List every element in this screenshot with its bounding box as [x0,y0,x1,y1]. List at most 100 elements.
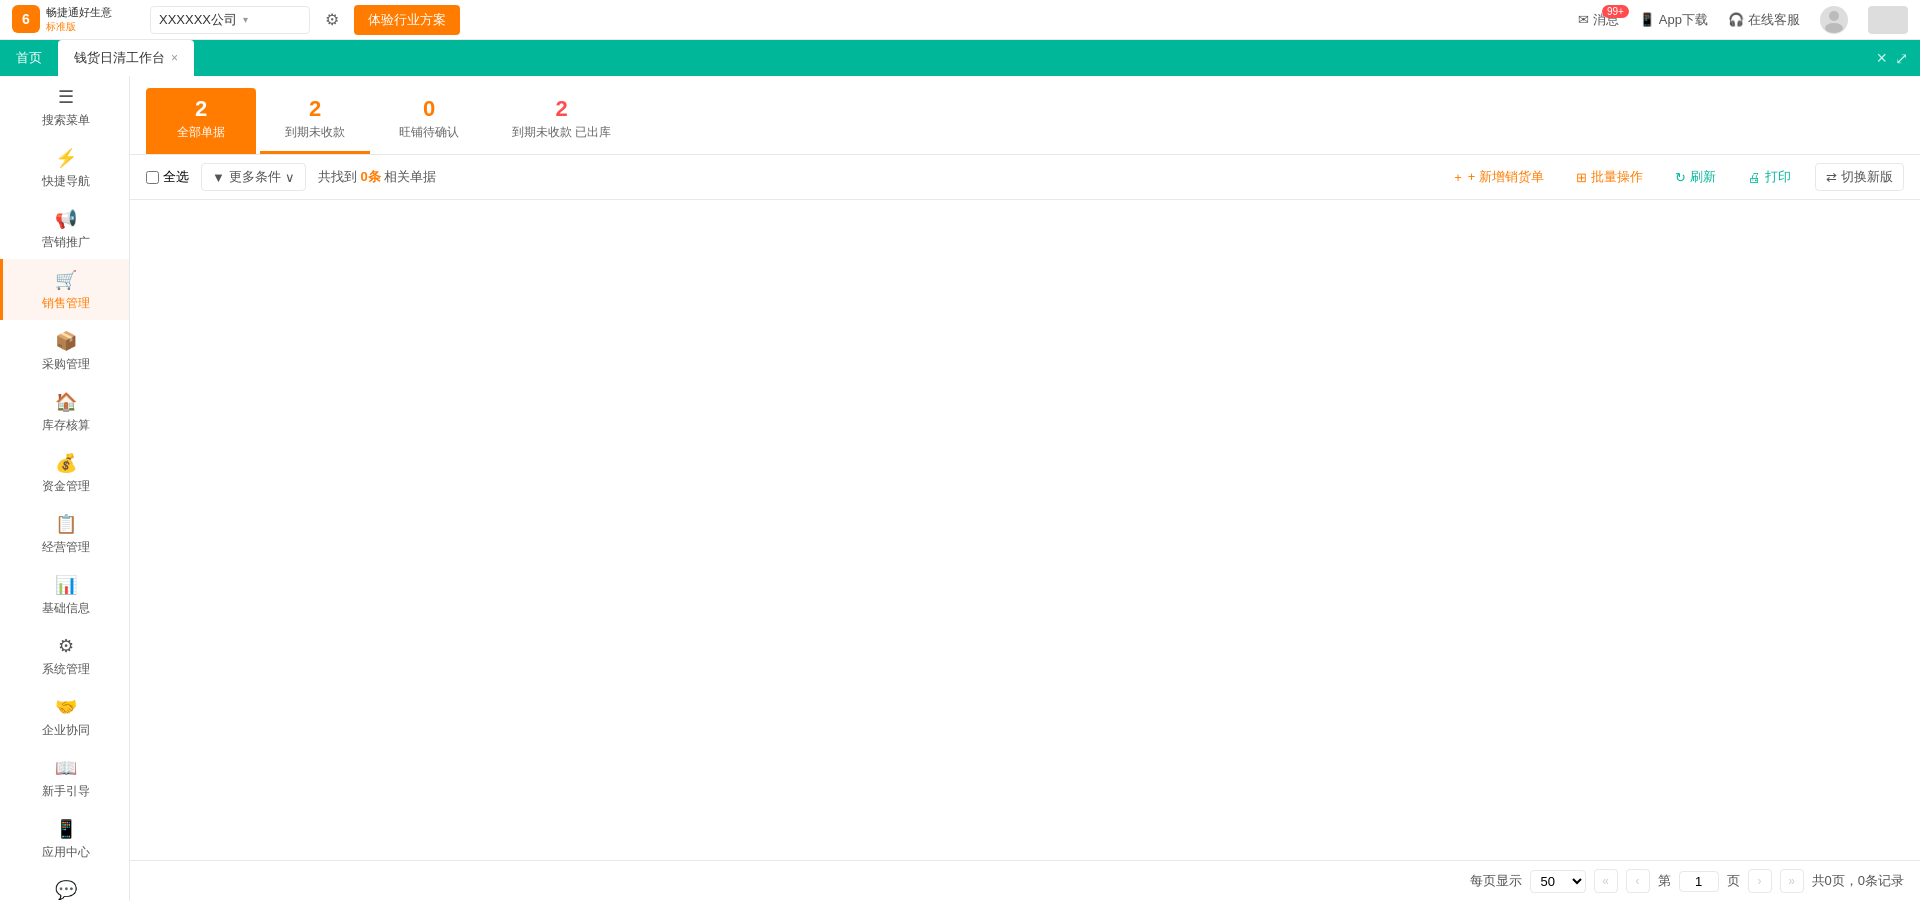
refresh-icon: ↻ [1675,170,1686,185]
svg-point-1 [1825,23,1843,33]
svg-point-0 [1829,11,1839,21]
message-badge: 99+ [1602,5,1629,18]
tab-maximize-icon[interactable]: ⤢ [1895,49,1908,68]
quicknav-icon: ⚡ [55,147,77,169]
stat-tab-overdue[interactable]: 2 到期未收款 [260,88,370,154]
sales-icon: 🛒 [55,269,77,291]
sidebar-item-basic-info[interactable]: 📊 基础信息 [0,564,129,625]
page-label: 第 [1658,872,1671,890]
sidebar-item-purchase[interactable]: 📦 采购管理 [0,320,129,381]
online-service-button[interactable]: 🎧 在线客服 [1728,11,1800,29]
last-page-button[interactable]: » [1780,869,1804,893]
logo-area: 6 畅捷通好生意 标准版 [12,5,142,33]
stat-num-wangpu: 0 [423,96,435,122]
stat-tab-wangpu[interactable]: 0 旺铺待确认 [374,88,484,154]
close-tab-icon[interactable]: × [171,51,178,65]
marketing-icon: 📢 [55,208,77,230]
sidebar-item-quicknav[interactable]: ⚡ 快捷导航 [0,137,129,198]
sidebar: ☰ 搜索菜单 ⚡ 快捷导航 📢 营销推广 🛒 销售管理 📦 采购管理 🏠 库存核… [0,76,130,901]
per-page-select[interactable]: 50 100 200 [1530,870,1586,893]
company-selector[interactable]: XXXXXX公司 ▾ [150,6,310,34]
batch-icon: ⊞ [1576,170,1587,185]
sidebar-item-sales[interactable]: 🛒 销售管理 [0,259,129,320]
next-page-button[interactable]: › [1748,869,1772,893]
sidebar-item-wechat[interactable]: 💬 企业微信 [0,869,129,901]
user-name-area [1868,6,1908,34]
filter-label: 更多条件 [229,168,281,186]
logo-icon: 6 [12,5,40,33]
tab-home[interactable]: 首页 [0,40,58,76]
refresh-button[interactable]: ↻ 刷新 [1667,164,1724,190]
sidebar-label-business: 经营管理 [42,539,90,556]
first-page-button[interactable]: « [1594,869,1618,893]
search-menu-icon: ☰ [58,86,74,108]
trial-button[interactable]: 体验行业方案 [354,5,460,35]
settings-button[interactable]: ⚙ [318,6,346,34]
sidebar-item-business[interactable]: 📋 经营管理 [0,503,129,564]
add-icon: + [1454,170,1462,185]
app-download-button[interactable]: 📱 App下载 [1639,11,1708,29]
headset-icon: 🎧 [1728,12,1744,27]
tab-qianhuo[interactable]: 钱货日清工作台 × [58,40,194,76]
top-bar: 6 畅捷通好生意 标准版 XXXXXX公司 ▾ ⚙ 体验行业方案 ✉ 消息 99… [0,0,1920,40]
enterprise-icon: 🤝 [55,696,77,718]
messages-button[interactable]: ✉ 消息 99+ [1578,11,1619,29]
select-all-checkbox[interactable]: 全选 [146,168,189,186]
download-icon: 📱 [1639,12,1655,27]
nav-tabs: 首页 钱货日清工作台 × × ⤢ [0,40,1920,76]
select-all-label: 全选 [163,168,189,186]
system-icon: ⚙ [58,635,74,657]
sidebar-label-basicinfo: 基础信息 [42,600,90,617]
found-text: 共找到 0条 相关单据 [318,168,436,186]
toolbar-right: + + 新增销货单 ⊞ 批量操作 ↻ 刷新 🖨 打印 ⇄ 切换新版 [1446,163,1904,191]
sidebar-item-search[interactable]: ☰ 搜索菜单 [0,76,129,137]
stat-tab-all[interactable]: 2 全部单据 [146,88,256,154]
page-number-input[interactable] [1679,871,1719,892]
sidebar-item-inventory[interactable]: 🏠 库存核算 [0,381,129,442]
sidebar-label-purchase: 采购管理 [42,356,90,373]
filter-button[interactable]: ▼ 更多条件 ∨ [201,163,306,191]
stat-label-all: 全部单据 [177,124,225,141]
purchase-icon: 📦 [55,330,77,352]
sidebar-label-enterprise: 企业协同 [42,722,90,739]
content-area: 2 全部单据 2 到期未收款 0 旺铺待确认 2 到期未收款 已出库 全选 [130,76,1920,901]
print-button[interactable]: 🖨 打印 [1740,164,1799,190]
sidebar-item-appcenter[interactable]: 📱 应用中心 [0,808,129,869]
stat-label-overdue-shipped: 到期未收款 已出库 [512,124,611,141]
select-all-input[interactable] [146,171,159,184]
prev-page-button[interactable]: ‹ [1626,869,1650,893]
logo-title: 畅捷通好生意 [46,5,112,19]
toolbar: 全选 ▼ 更多条件 ∨ 共找到 0条 相关单据 + + 新增销货单 ⊞ 批量操作 [130,155,1920,200]
sidebar-label-finance: 资金管理 [42,478,90,495]
sidebar-item-enterprise[interactable]: 🤝 企业协同 [0,686,129,747]
sidebar-label-guide: 新手引导 [42,783,90,800]
sidebar-item-marketing[interactable]: 📢 营销推广 [0,198,129,259]
inventory-icon: 🏠 [55,391,77,413]
batch-operation-button[interactable]: ⊞ 批量操作 [1568,164,1651,190]
user-avatar[interactable] [1820,6,1848,34]
filter-icon: ▼ [212,170,225,185]
company-name: XXXXXX公司 [159,11,237,29]
sidebar-item-guide[interactable]: 📖 新手引导 [0,747,129,808]
print-icon: 🖨 [1748,170,1761,185]
appcenter-icon: 📱 [55,818,77,840]
sidebar-label-system: 系统管理 [42,661,90,678]
per-page-label: 每页显示 [1470,872,1522,890]
add-sale-order-button[interactable]: + + 新增销货单 [1446,164,1552,190]
switch-version-button[interactable]: ⇄ 切换新版 [1815,163,1904,191]
stat-tab-overdue-shipped[interactable]: 2 到期未收款 已出库 [488,88,635,154]
finance-icon: 💰 [55,452,77,474]
empty-content [130,200,1920,860]
top-right-area: ✉ 消息 99+ 📱 App下载 🎧 在线客服 [1578,6,1908,34]
found-count: 0条 [361,169,381,184]
nav-tab-right-icons: × ⤢ [1876,48,1920,69]
sidebar-item-system[interactable]: ⚙ 系统管理 [0,625,129,686]
tab-close-window-icon[interactable]: × [1876,48,1887,69]
page-suffix: 页 [1727,872,1740,890]
sidebar-item-finance[interactable]: 💰 资金管理 [0,442,129,503]
logo-sub: 标准版 [46,20,112,34]
stat-label-wangpu: 旺铺待确认 [399,124,459,141]
filter-arrow-icon: ∨ [285,170,295,185]
company-dropdown-arrow: ▾ [243,14,248,25]
stats-tabs: 2 全部单据 2 到期未收款 0 旺铺待确认 2 到期未收款 已出库 [130,76,1920,155]
